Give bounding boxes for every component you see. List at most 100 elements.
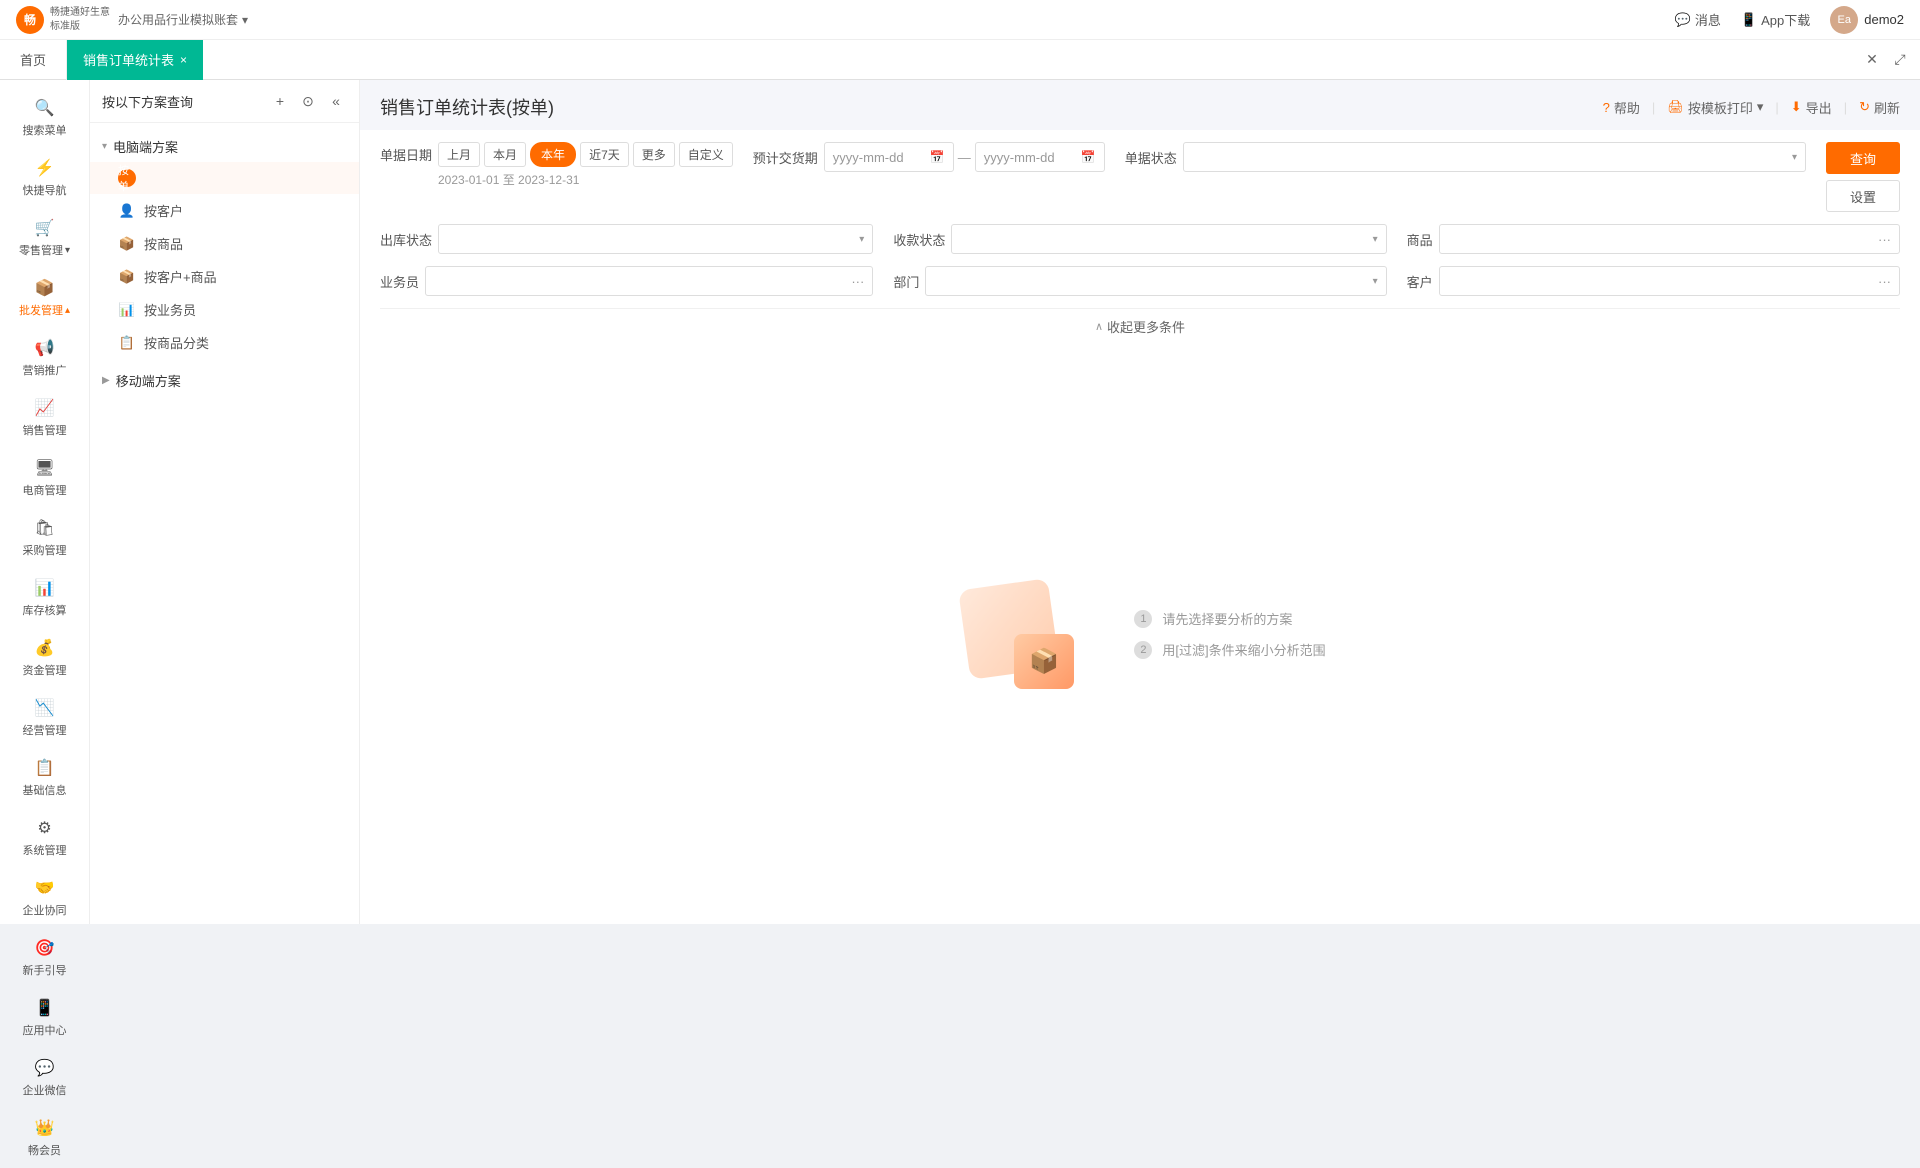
print-arrow: ▾	[1757, 99, 1764, 115]
status-group: 单据状态 ▾	[1125, 142, 1806, 172]
basic-info-icon: 📋	[35, 758, 55, 778]
sidebar-item-finance[interactable]: 💰 资金管理	[0, 628, 89, 688]
scheme-item-by-category[interactable]: 📋 按商品分类	[90, 326, 359, 359]
user-menu[interactable]: Ea demo2	[1830, 6, 1904, 34]
member-icon: 👑	[35, 1118, 55, 1138]
mobile-scheme-label: 移动端方案	[116, 371, 181, 390]
scheme-item-by-order[interactable]: 按单	[90, 162, 359, 194]
scheme-item-by-product[interactable]: 📦 按商品	[90, 227, 359, 260]
date-filter-group: 单据日期 上月 本月 本年 近7天 更多 自定义 2023-01-01 至 20…	[380, 142, 733, 188]
system-icon: ⚙	[37, 818, 51, 838]
category-scheme-icon: 📋	[118, 334, 136, 352]
sidebar-item-member[interactable]: 👑 畅会员	[0, 1108, 89, 1168]
setting-button[interactable]: 设置	[1826, 180, 1900, 212]
print-icon: 🖨	[1667, 99, 1684, 115]
salesman-ellipsis: ···	[851, 274, 864, 289]
hint-num-1: 1	[1134, 610, 1152, 628]
right-panel: 销售订单统计表(按单) ? 帮助 | 🖨 按模板打印 ▾ | ⬇	[360, 80, 1920, 924]
sidebar-item-sales[interactable]: 📈 销售管理	[0, 388, 89, 448]
scheme-product-label: 按商品	[144, 234, 183, 253]
date-btn-more[interactable]: 更多	[633, 142, 675, 167]
scheme-category-label: 按商品分类	[144, 333, 209, 352]
sidebar-item-newuser[interactable]: 🎯 新手引导	[0, 928, 89, 988]
active-indicator: 按单	[118, 169, 136, 187]
sidebar-item-basic-info[interactable]: 📋 基础信息	[0, 748, 89, 808]
date-btn-thismonth[interactable]: 本月	[484, 142, 526, 167]
calendar-icon-end: 📅	[1081, 150, 1096, 164]
help-icon: ?	[1603, 100, 1610, 115]
sidebar-item-operations[interactable]: 📉 经营管理	[0, 688, 89, 748]
sidebar-item-ecom[interactable]: 🖥 电商管理	[0, 448, 89, 508]
expected-date-end[interactable]: yyyy-mm-dd 📅	[975, 142, 1105, 172]
hint-text-2: 用[过滤]条件来缩小分析范围	[1162, 640, 1325, 659]
date-btn-custom[interactable]: 自定义	[679, 142, 733, 167]
sidebar: 🔍 搜索菜单 ⚡ 快捷导航 🛒 零售管理 ▾ 📦 批发管理 ▴ 📢 营销推广	[0, 80, 90, 924]
page-title: 销售订单统计表(按单)	[380, 94, 554, 120]
date-btn-thisyear[interactable]: 本年	[530, 142, 576, 167]
sidebar-item-marketing[interactable]: 📢 营销推广	[0, 328, 89, 388]
mobile-scheme-group[interactable]: ▶ 移动端方案	[90, 365, 359, 396]
wholesale-arrow-icon: ▴	[65, 305, 70, 316]
sep3: |	[1844, 100, 1847, 115]
help-button[interactable]: ? 帮助	[1603, 98, 1640, 117]
customer-label: 客户	[1407, 272, 1433, 291]
scheme-item-by-salesman[interactable]: 📊 按业务员	[90, 293, 359, 326]
app-download-button[interactable]: 📱 App下载	[1741, 10, 1810, 29]
sidebar-item-system[interactable]: ⚙ 系统管理	[0, 808, 89, 868]
wholesale-icon: 📦	[35, 278, 55, 298]
product-input[interactable]: ···	[1439, 224, 1900, 254]
department-select[interactable]: ▾	[925, 266, 1386, 296]
salesman-input[interactable]: ···	[425, 266, 873, 296]
expected-date-start[interactable]: yyyy-mm-dd 📅	[824, 142, 954, 172]
scheme-panel: 按以下方案查询 + ⊙ « ▾ 电脑端方案	[90, 80, 360, 924]
sidebar-item-wechat[interactable]: 💬 企业微信	[0, 1048, 89, 1108]
sidebar-item-appcenter[interactable]: 📱 应用中心	[0, 988, 89, 1048]
scheme-item-by-customer-product[interactable]: 📦 按客户+商品	[90, 260, 359, 293]
payment-status-label: 收款状态	[893, 230, 945, 249]
tab-home[interactable]: 首页	[0, 40, 67, 80]
delivery-status-select[interactable]: ▾	[438, 224, 873, 254]
page-header: 销售订单统计表(按单) ? 帮助 | 🖨 按模板打印 ▾ | ⬇	[360, 80, 1920, 130]
empty-illustration: 📦	[954, 569, 1084, 699]
inventory-icon: 📊	[35, 578, 55, 598]
window-maximize-button[interactable]: ⤢	[1888, 48, 1912, 72]
department-group: 部门 ▾	[893, 266, 1386, 296]
sidebar-item-wholesale[interactable]: 📦 批发管理 ▴	[0, 268, 89, 328]
status-select[interactable]: ▾	[1183, 142, 1806, 172]
scheme-customer-label: 按客户	[144, 201, 183, 220]
tab-close-icon[interactable]: ×	[180, 53, 187, 67]
sidebar-item-retail[interactable]: 🛒 零售管理 ▾	[0, 208, 89, 268]
sidebar-item-purchase[interactable]: 🛍 采购管理	[0, 508, 89, 568]
logo-text: 畅捷通好生意标准版	[50, 6, 110, 34]
expected-date-group: 预计交货期 yyyy-mm-dd 📅 — yyyy-mm-dd 📅	[753, 142, 1105, 172]
empty-box-icon: 📦	[1014, 634, 1074, 689]
search-icon: 🔍	[35, 98, 55, 118]
customer-input[interactable]: ···	[1439, 266, 1900, 296]
collapse-bar[interactable]: ∧ 收起更多条件	[380, 308, 1900, 344]
export-button[interactable]: ⬇ 导出	[1791, 98, 1832, 117]
breadcrumb-arrow[interactable]: ▾	[242, 13, 248, 27]
date-btn-last7[interactable]: 近7天	[580, 142, 629, 167]
scheme-edit-button[interactable]: ⊙	[297, 90, 319, 112]
message-button[interactable]: 💬 消息	[1675, 10, 1721, 29]
sidebar-item-search[interactable]: 🔍 搜索菜单	[0, 88, 89, 148]
logo-box: 畅 畅捷通好生意标准版	[16, 6, 110, 34]
sidebar-item-inventory[interactable]: 📊 库存核算	[0, 568, 89, 628]
scheme-add-button[interactable]: +	[269, 90, 291, 112]
tab-sales-order[interactable]: 销售订单统计表 ×	[67, 40, 203, 80]
query-button[interactable]: 查询	[1826, 142, 1900, 174]
marketing-icon: 📢	[35, 338, 55, 358]
delivery-arrow: ▾	[859, 234, 864, 245]
collab-icon: 🤝	[35, 878, 55, 898]
print-button[interactable]: 🖨 按模板打印 ▾	[1667, 98, 1763, 117]
window-close-button[interactable]: ✕	[1860, 48, 1884, 72]
scheme-item-by-customer[interactable]: 👤 按客户	[90, 194, 359, 227]
sidebar-item-collab[interactable]: 🤝 企业协同	[0, 868, 89, 928]
department-label: 部门	[893, 272, 919, 291]
date-btn-lastmonth[interactable]: 上月	[438, 142, 480, 167]
scheme-collapse-button[interactable]: «	[325, 90, 347, 112]
desktop-scheme-group[interactable]: ▾ 电脑端方案	[90, 131, 359, 162]
refresh-button[interactable]: ↻ 刷新	[1859, 98, 1900, 117]
sidebar-item-quicknav[interactable]: ⚡ 快捷导航	[0, 148, 89, 208]
payment-status-select[interactable]: ▾	[951, 224, 1386, 254]
